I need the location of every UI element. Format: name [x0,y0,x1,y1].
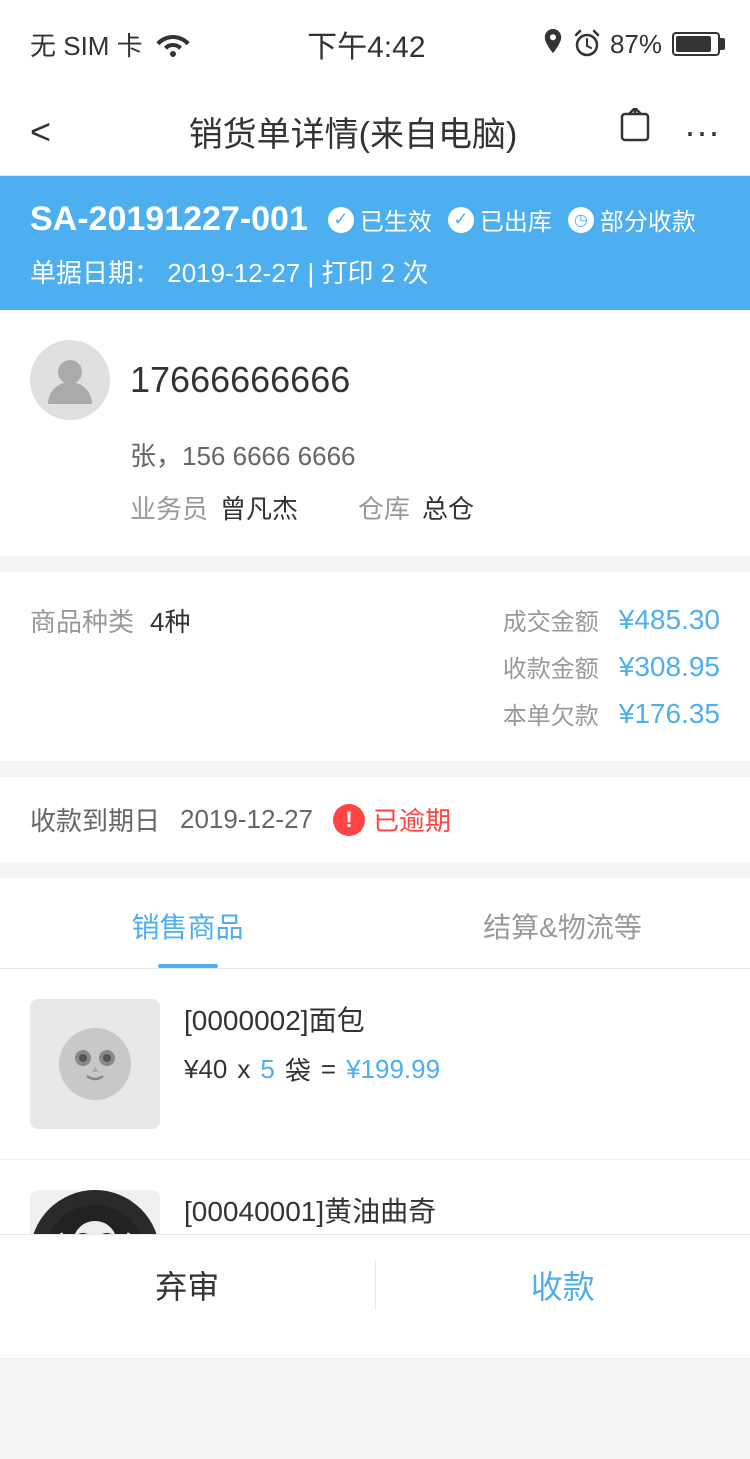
order-header-banner: SA-20191227-001 ✓ 已生效 ✓ 已出库 ◷ 部分收款 单据日期：… [0,176,750,310]
customer-meta-row: 业务员 曾凡杰 仓库 总仓 [130,489,720,526]
share-button[interactable] [616,108,654,155]
order-status-tags: ✓ 已生效 ✓ 已出库 ◷ 部分收款 [328,202,696,237]
avatar [30,340,110,420]
status-partial-payment: ◷ 部分收款 [568,202,696,237]
product-price-row-1: ¥40 x 5 袋 = ¥199.99 [184,1051,720,1088]
order-date-info: 单据日期： 2019-12-27 | 打印 2 次 [30,253,720,290]
collect-button[interactable]: 收款 [376,1235,750,1334]
product-types-summary: 商品种类 4种 [30,602,190,639]
deal-amount-label: 成交金额 [503,602,599,637]
alarm-icon [574,29,600,59]
deal-amount-value: ¥485.30 [619,604,720,636]
more-button[interactable]: ··· [684,111,720,153]
product-types-count: 4种 [150,602,190,639]
tab-sales-products[interactable]: 销售商品 [0,878,375,968]
product-image-placeholder-1 [30,999,160,1129]
nav-actions: ··· [616,108,720,155]
page-title: 销货单详情(来自电脑) [189,107,518,156]
product-types-label: 商品种类 [30,602,134,639]
product-thumbnail-1 [30,999,160,1129]
carrier-text: 无 SIM 卡 [30,26,143,63]
tabs-row: 销售商品 结算&物流等 [0,878,750,969]
status-shipped: ✓ 已出库 [448,202,552,237]
overdue-text: 已逾期 [373,801,451,838]
salesperson-item: 业务员 曾凡杰 [130,489,298,526]
back-button[interactable]: < [30,111,90,153]
status-bar-right: 87% [542,29,720,60]
due-date-value: 2019-12-27 [180,804,313,835]
clock-icon-payment: ◷ [568,207,594,233]
salesperson-label: 业务员 [130,489,208,526]
status-bar: 无 SIM 卡 下午4:42 87% [0,0,750,88]
customer-contact-row: 张，156 6666 6666 [130,436,720,473]
customer-contact: 张，156 6666 6666 [130,436,356,473]
debt-label: 本单欠款 [503,696,599,731]
customer-name-row: 17666666666 [30,340,720,420]
nav-bar: < 销货单详情(来自电脑) ··· [0,88,750,176]
received-value: ¥308.95 [619,651,720,683]
product-name-2: [00040001]黄油曲奇 [184,1190,720,1230]
status-bar-time: 下午4:42 [307,22,425,66]
product-qty-1: 5 [260,1054,274,1085]
product-name-1: [0000002]面包 [184,999,720,1039]
debt-amount-row: 本单欠款 ¥176.35 [503,696,720,731]
warehouse-value: 总仓 [422,489,474,526]
battery-icon [672,32,720,56]
due-date-label: 收款到期日 [30,801,160,838]
status-bar-left: 无 SIM 卡 [30,26,191,63]
debt-value: ¥176.35 [619,698,720,730]
product-info-1: [0000002]面包 ¥40 x 5 袋 = ¥199.99 [184,999,720,1088]
overdue-badge: ! 已逾期 [333,801,451,838]
warehouse-label: 仓库 [358,489,410,526]
customer-id: 17666666666 [130,359,350,401]
overdue-icon: ! [333,804,365,836]
product-total-1: ¥199.99 [346,1054,440,1085]
received-label: 收款金额 [503,649,599,684]
summary-section: 商品种类 4种 成交金额 ¥485.30 收款金额 ¥308.95 本单欠款 ¥… [0,572,750,761]
status-effective: ✓ 已生效 [328,202,432,237]
wifi-icon [155,31,191,57]
warehouse-item: 仓库 总仓 [358,489,474,526]
location-icon [542,29,564,59]
product-item: [0000002]面包 ¥40 x 5 袋 = ¥199.99 [0,969,750,1160]
battery-percentage: 87% [610,29,662,60]
order-id: SA-20191227-001 [30,200,308,239]
check-icon-effective: ✓ [328,207,354,233]
due-date-section: 收款到期日 2019-12-27 ! 已逾期 [0,777,750,862]
bottom-bar: 弃审 收款 [0,1234,750,1334]
received-amount-row: 收款金额 ¥308.95 [503,649,720,684]
product-unit-1: 袋 [285,1051,311,1088]
salesperson-value: 曾凡杰 [220,489,298,526]
check-icon-shipped: ✓ [448,207,474,233]
reject-button[interactable]: 弃审 [0,1235,375,1334]
product-price-1: ¥40 [184,1054,227,1085]
deal-amount-row: 成交金额 ¥485.30 [503,602,720,637]
customer-section: 17666666666 张，156 6666 6666 业务员 曾凡杰 仓库 总… [0,310,750,556]
amounts-summary: 成交金额 ¥485.30 收款金额 ¥308.95 本单欠款 ¥176.35 [503,602,720,731]
tab-settlement-logistics[interactable]: 结算&物流等 [375,878,750,968]
